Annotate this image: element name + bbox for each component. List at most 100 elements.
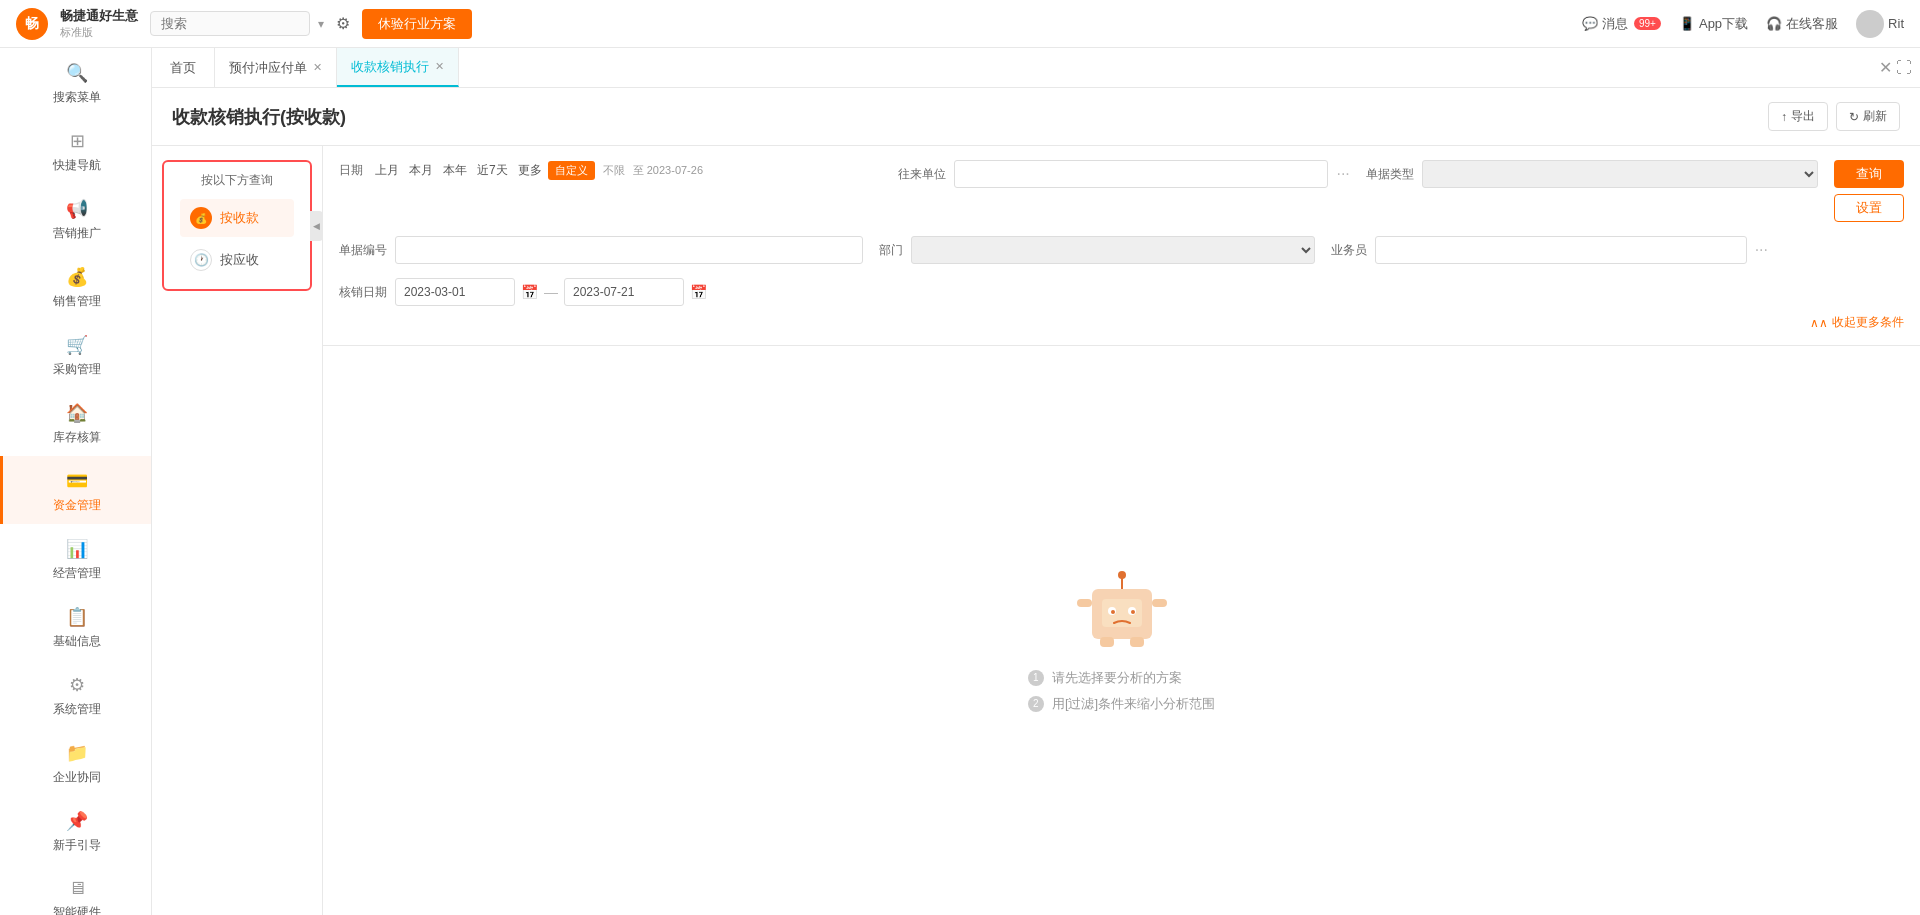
avatar <box>1856 10 1884 38</box>
gear-icon[interactable]: ⚙ <box>336 14 350 33</box>
bill-type-select[interactable] <box>1422 160 1818 188</box>
sidebar-item-inventory[interactable]: 🏠 库存核算 <box>0 388 151 456</box>
app-download-item[interactable]: 📱 App下载 <box>1679 15 1748 33</box>
home-icon: ⊞ <box>70 130 85 152</box>
top-bar: 畅 畅捷通好生意 标准版 ▾ ⚙ 休验行业方案 💬 消息 99+ 📱 App下载… <box>0 0 1920 48</box>
content-body: 按以下方查询 💰 按收款 🕐 按应收 ◀ <box>152 146 1920 915</box>
counterpart-label: 往来单位 <box>898 166 946 183</box>
counterpart-dots-icon[interactable]: ··· <box>1336 165 1349 183</box>
query-button[interactable]: 查询 <box>1834 160 1904 188</box>
svg-rect-1 <box>1102 599 1142 627</box>
tab-bar: 首页 预付冲应付单 ✕ 收款核销执行 ✕ ✕ ⛶ <box>152 48 1920 88</box>
dept-label: 部门 <box>879 242 903 259</box>
date-btn-this-month[interactable]: 本月 <box>405 160 437 181</box>
date-field-group: 日期 上月 本月 本年 近7天 更多 自定义 不限 <box>339 160 882 181</box>
date-btn-custom[interactable]: 自定义 <box>548 161 595 180</box>
empty-tip-1: 1 请先选择要分析的方案 <box>1028 669 1215 687</box>
tab-prepay[interactable]: 预付冲应付单 ✕ <box>215 48 337 87</box>
collapse-more-button[interactable]: ∧∧ 收起更多条件 <box>1810 314 1904 331</box>
tip-num-2: 2 <box>1028 696 1044 712</box>
tab-close-prepay[interactable]: ✕ <box>313 61 322 74</box>
download-icon: 📱 <box>1679 16 1695 31</box>
panel-collapse-button[interactable]: ◀ <box>310 211 323 241</box>
refresh-button[interactable]: ↻ 刷新 <box>1836 102 1900 131</box>
receivable-icon: 🕐 <box>190 249 212 271</box>
tab-collection[interactable]: 收款核销执行 ✕ <box>337 48 459 87</box>
enterprise-icon: 📁 <box>66 742 88 764</box>
sidebar-item-system[interactable]: ⚙ 系统管理 <box>0 660 151 728</box>
bill-type-label: 单据类型 <box>1366 166 1414 183</box>
user-item[interactable]: Rit <box>1856 10 1904 38</box>
message-icon: 💬 <box>1582 16 1598 31</box>
tip-num-1: 1 <box>1028 670 1044 686</box>
date-no-limit: 不限 <box>603 163 625 178</box>
counterpart-field-group: 往来单位 ··· <box>898 160 1350 188</box>
sidebar-item-quick-nav[interactable]: ⊞ 快捷导航 <box>0 116 151 184</box>
sidebar-item-finance[interactable]: 💳 资金管理 <box>0 456 151 524</box>
svg-rect-10 <box>1100 637 1114 647</box>
sidebar-item-operation[interactable]: 📊 经营管理 <box>0 524 151 592</box>
sidebar-item-sales[interactable]: 💰 销售管理 <box>0 252 151 320</box>
bill-no-input[interactable] <box>395 236 863 264</box>
filter-row-3: 核销日期 📅 — 📅 <box>339 278 1904 306</box>
online-service-item[interactable]: 🎧 在线客服 <box>1766 15 1838 33</box>
sidebar-item-marketing[interactable]: 📢 营销推广 <box>0 184 151 252</box>
export-button[interactable]: ↑ 导出 <box>1768 102 1828 131</box>
filter-actions: 查询 设置 <box>1834 160 1904 222</box>
smart-hw-icon: 🖥 <box>68 878 86 899</box>
message-item[interactable]: 💬 消息 99+ <box>1582 15 1661 33</box>
search-input[interactable] <box>150 11 310 36</box>
staff-label: 业务员 <box>1331 242 1367 259</box>
sidebar-item-basic-info[interactable]: 📋 基础信息 <box>0 592 151 660</box>
export-icon: ↑ <box>1781 110 1787 124</box>
verify-date-label: 核销日期 <box>339 284 387 301</box>
collapse-more-area: ∧∧ 收起更多条件 <box>339 306 1904 331</box>
settings-button[interactable]: 设置 <box>1834 194 1904 222</box>
verify-date-end-calendar-icon[interactable]: 📅 <box>690 284 707 300</box>
brand-name: 畅捷通好生意 <box>60 7 138 25</box>
sidebar-item-smart-hw[interactable]: 🖥 智能硬件 <box>0 864 151 915</box>
staff-input[interactable] <box>1375 236 1746 264</box>
query-type-panel: 按以下方查询 💰 按收款 🕐 按应收 ◀ <box>162 160 312 291</box>
verify-date-start-input[interactable] <box>395 278 515 306</box>
top-bar-left: 畅 畅捷通好生意 标准版 ▾ ⚙ 休验行业方案 <box>16 7 472 40</box>
query-type-by-receivable[interactable]: 🕐 按应收 <box>180 241 294 279</box>
verify-date-field-group: 核销日期 📅 — 📅 <box>339 278 707 306</box>
bill-type-field-group: 单据类型 <box>1366 160 1818 188</box>
empty-state-illustration <box>1062 549 1182 653</box>
top-bar-right: 💬 消息 99+ 📱 App下载 🎧 在线客服 Rit <box>1582 10 1904 38</box>
tab-home[interactable]: 首页 <box>152 48 215 87</box>
brand-sub: 标准版 <box>60 25 138 40</box>
query-type-title: 按以下方查询 <box>180 172 294 189</box>
svg-point-5 <box>1131 610 1135 614</box>
svg-rect-11 <box>1130 637 1144 647</box>
filter-row-2: 单据编号 部门 业务员 <box>339 236 1904 264</box>
sidebar-item-newbie[interactable]: 📌 新手引导 <box>0 796 151 864</box>
empty-state-svg <box>1062 549 1182 649</box>
service-icon: 🎧 <box>1766 16 1782 31</box>
staff-dots-icon[interactable]: ··· <box>1755 241 1768 259</box>
collection-label: 按收款 <box>220 209 259 227</box>
counterpart-input[interactable] <box>954 160 1329 188</box>
date-quick-btns: 上月 本月 本年 近7天 更多 自定义 <box>371 160 595 181</box>
date-btn-this-year[interactable]: 本年 <box>439 160 471 181</box>
date-btn-more[interactable]: 更多 <box>514 160 546 181</box>
tab-close-collection[interactable]: ✕ <box>435 60 444 73</box>
query-type-by-collection[interactable]: 💰 按收款 <box>180 199 294 237</box>
date-btn-last-month[interactable]: 上月 <box>371 160 403 181</box>
sidebar-item-purchase[interactable]: 🛒 采购管理 <box>0 320 151 388</box>
basic-info-icon: 📋 <box>66 606 88 628</box>
sidebar-item-enterprise[interactable]: 📁 企业协同 <box>0 728 151 796</box>
empty-tip-2-text: 用[过滤]条件来缩小分析范围 <box>1052 695 1215 713</box>
date-btn-7days[interactable]: 近7天 <box>473 160 512 181</box>
dept-select[interactable] <box>911 236 1316 264</box>
verify-date-start-calendar-icon[interactable]: 📅 <box>521 284 538 300</box>
tab-close-all-btn[interactable]: ✕ <box>1879 58 1892 77</box>
solution-button[interactable]: 休验行业方案 <box>362 9 472 39</box>
chevron-down-icon[interactable]: ▾ <box>318 17 324 31</box>
svg-point-7 <box>1118 571 1126 579</box>
tab-expand-btn[interactable]: ⛶ <box>1896 59 1912 77</box>
verify-date-end-input[interactable] <box>564 278 684 306</box>
sidebar-item-search[interactable]: 🔍 搜索菜单 <box>0 48 151 116</box>
collection-icon: 💰 <box>190 207 212 229</box>
